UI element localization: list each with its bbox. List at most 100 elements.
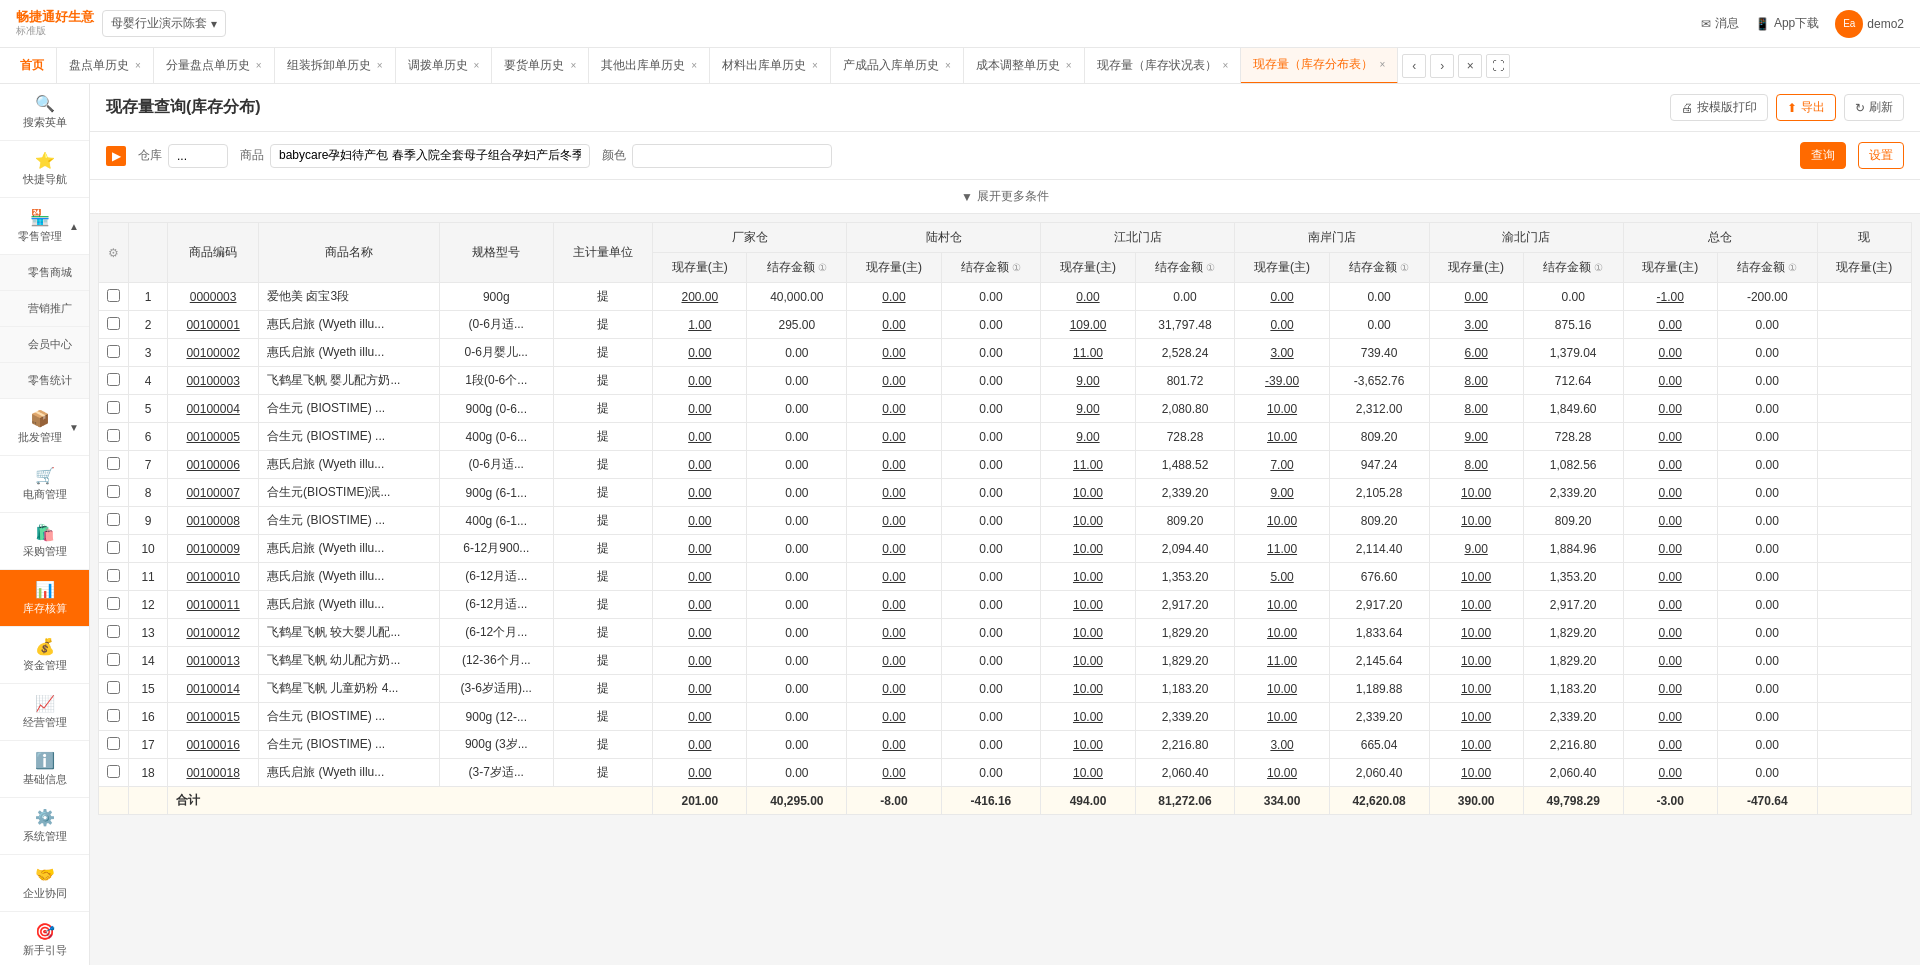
tab-requisition-history[interactable]: 要货单历史 × <box>492 48 589 84</box>
sidebar-item-ecommerce[interactable]: 🛒 电商管理 <box>0 456 89 513</box>
row-c2-qty[interactable]: 0.00 <box>847 395 941 423</box>
row-c5-qty[interactable]: 10.00 <box>1429 647 1523 675</box>
row-c2-qty[interactable]: 0.00 <box>847 675 941 703</box>
row-code[interactable]: 00100012 <box>168 619 259 647</box>
sidebar-item-collaboration[interactable]: 🤝 企业协同 <box>0 855 89 912</box>
row-ct-qty[interactable]: 0.00 <box>1623 675 1717 703</box>
tab-material-outbound-history[interactable]: 材料出库单历史 × <box>710 48 831 84</box>
row-ct-qty[interactable]: 0.00 <box>1623 507 1717 535</box>
row-code[interactable]: 00100004 <box>168 395 259 423</box>
app-download-action[interactable]: 📱 App下载 <box>1755 15 1819 32</box>
row-c1-qty[interactable]: 0.00 <box>653 451 747 479</box>
row-code[interactable]: 00100006 <box>168 451 259 479</box>
row-c2-qty[interactable]: 0.00 <box>847 423 941 451</box>
row-c5-qty[interactable]: 10.00 <box>1429 675 1523 703</box>
row-c4-qty[interactable]: 0.00 <box>1235 283 1329 311</box>
row-c1-qty[interactable]: 0.00 <box>653 535 747 563</box>
row-c1-qty[interactable]: 0.00 <box>653 563 747 591</box>
row-c1-qty[interactable]: 0.00 <box>653 675 747 703</box>
row-checkbox[interactable] <box>99 283 129 311</box>
row-c1-qty[interactable]: 0.00 <box>653 367 747 395</box>
row-checkbox[interactable] <box>99 563 129 591</box>
tab-close-icon[interactable]: × <box>1223 60 1229 71</box>
tab-inventory-status[interactable]: 现存量（库存状况表） × <box>1085 48 1242 84</box>
sidebar-item-member-center[interactable]: 会员中心 <box>0 327 89 363</box>
tab-next-btn[interactable]: › <box>1430 54 1454 78</box>
row-c3-qty[interactable]: 10.00 <box>1041 591 1135 619</box>
row-c5-qty[interactable]: 8.00 <box>1429 367 1523 395</box>
tab-close-icon[interactable]: × <box>377 60 383 71</box>
gear-icon[interactable]: ⚙ <box>108 246 119 260</box>
row-c1-qty[interactable]: 1.00 <box>653 311 747 339</box>
row-c5-qty[interactable]: 6.00 <box>1429 339 1523 367</box>
tab-inventory-distribution[interactable]: 现存量（库存分布表） × <box>1241 48 1398 84</box>
row-code[interactable]: 00100018 <box>168 759 259 787</box>
row-code[interactable]: 00100016 <box>168 731 259 759</box>
row-c5-qty[interactable]: 10.00 <box>1429 619 1523 647</box>
row-ct-qty[interactable]: 0.00 <box>1623 367 1717 395</box>
filter-collapse-btn[interactable]: ▶ <box>106 146 126 166</box>
message-action[interactable]: ✉ 消息 <box>1701 15 1739 32</box>
expand-filter-btn[interactable]: ▼ 展开更多条件 <box>953 184 1057 209</box>
row-c2-qty[interactable]: 0.00 <box>847 451 941 479</box>
row-c3-qty[interactable]: 9.00 <box>1041 395 1135 423</box>
row-checkbox[interactable] <box>99 759 129 787</box>
search-btn[interactable]: 查询 <box>1800 142 1846 169</box>
tab-assembly-history[interactable]: 组装拆卸单历史 × <box>275 48 396 84</box>
row-c3-qty[interactable]: 109.00 <box>1041 311 1135 339</box>
row-c5-qty[interactable]: 10.00 <box>1429 591 1523 619</box>
row-c4-qty[interactable]: 5.00 <box>1235 563 1329 591</box>
sidebar-item-guide[interactable]: 🎯 新手引导 <box>0 912 89 965</box>
sidebar-item-shortcuts[interactable]: ⭐ 快捷导航 <box>0 141 89 198</box>
row-c2-qty[interactable]: 0.00 <box>847 479 941 507</box>
row-checkbox[interactable] <box>99 619 129 647</box>
row-c4-qty[interactable]: 10.00 <box>1235 759 1329 787</box>
row-c3-qty[interactable]: 10.00 <box>1041 703 1135 731</box>
row-c4-qty[interactable]: -39.00 <box>1235 367 1329 395</box>
row-c4-qty[interactable]: 7.00 <box>1235 451 1329 479</box>
tab-fullscreen-btn[interactable]: ⛶ <box>1486 54 1510 78</box>
row-c3-qty[interactable]: 11.00 <box>1041 451 1135 479</box>
row-c1-qty[interactable]: 0.00 <box>653 395 747 423</box>
row-c5-qty[interactable]: 10.00 <box>1429 563 1523 591</box>
row-c4-qty[interactable]: 11.00 <box>1235 535 1329 563</box>
row-ct-qty[interactable]: 0.00 <box>1623 563 1717 591</box>
row-c4-qty[interactable]: 11.00 <box>1235 647 1329 675</box>
refresh-btn[interactable]: ↻ 刷新 <box>1844 94 1904 121</box>
row-code[interactable]: 00100011 <box>168 591 259 619</box>
row-c2-qty[interactable]: 0.00 <box>847 591 941 619</box>
row-c4-qty[interactable]: 3.00 <box>1235 731 1329 759</box>
row-c5-qty[interactable]: 10.00 <box>1429 507 1523 535</box>
row-c3-qty[interactable]: 9.00 <box>1041 367 1135 395</box>
print-btn[interactable]: 🖨 按模版打印 <box>1670 94 1768 121</box>
row-ct-qty[interactable]: 0.00 <box>1623 535 1717 563</box>
table-wrapper[interactable]: ⚙ 商品编码 商品名称 规格型号 主计量单位 厂家仓 陆村仓 江北门店 南岸门店… <box>90 214 1920 965</box>
row-c5-qty[interactable]: 8.00 <box>1429 451 1523 479</box>
row-checkbox[interactable] <box>99 395 129 423</box>
row-checkbox[interactable] <box>99 339 129 367</box>
row-checkbox[interactable] <box>99 423 129 451</box>
row-c3-qty[interactable]: 10.00 <box>1041 535 1135 563</box>
sidebar-item-operations[interactable]: 📈 经营管理 <box>0 684 89 741</box>
row-c2-qty[interactable]: 0.00 <box>847 507 941 535</box>
row-code[interactable]: 0000003 <box>168 283 259 311</box>
row-c3-qty[interactable]: 10.00 <box>1041 759 1135 787</box>
tab-transfer-history[interactable]: 调拨单历史 × <box>396 48 493 84</box>
export-btn[interactable]: ⬆ 导出 <box>1776 94 1836 121</box>
row-c1-qty[interactable]: 0.00 <box>653 731 747 759</box>
row-c3-qty[interactable]: 10.00 <box>1041 563 1135 591</box>
row-code[interactable]: 00100009 <box>168 535 259 563</box>
row-ct-qty[interactable]: 0.00 <box>1623 479 1717 507</box>
row-checkbox[interactable] <box>99 731 129 759</box>
row-checkbox[interactable] <box>99 647 129 675</box>
row-c1-qty[interactable]: 0.00 <box>653 479 747 507</box>
row-checkbox[interactable] <box>99 479 129 507</box>
th-settings[interactable]: ⚙ <box>99 223 129 283</box>
settings-btn[interactable]: 设置 <box>1858 142 1904 169</box>
sidebar-item-system-mgmt[interactable]: ⚙️ 系统管理 <box>0 798 89 855</box>
row-code[interactable]: 00100013 <box>168 647 259 675</box>
row-c4-qty[interactable]: 10.00 <box>1235 395 1329 423</box>
row-c4-qty[interactable]: 9.00 <box>1235 479 1329 507</box>
row-checkbox[interactable] <box>99 451 129 479</box>
row-c4-qty[interactable]: 10.00 <box>1235 619 1329 647</box>
